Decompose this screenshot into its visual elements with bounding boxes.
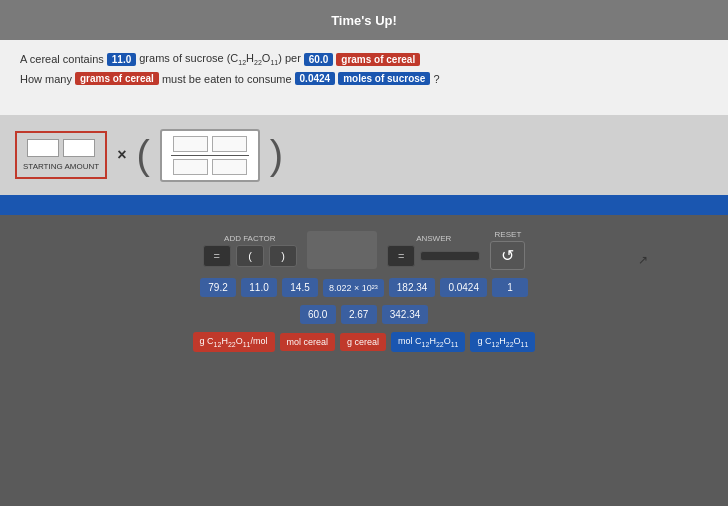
unit-btn-g-cereal[interactable]: g cereal bbox=[340, 333, 386, 351]
paren-open-button[interactable]: ( bbox=[236, 245, 264, 267]
number-row-2: 60.0 2.67 342.34 bbox=[300, 305, 429, 324]
number-row-1: 79.2 11.0 14.5 8.022 × 10²³ 182.34 0.042… bbox=[200, 278, 528, 297]
header-bar: Time's Up! bbox=[0, 0, 728, 40]
equals-button[interactable]: = bbox=[203, 245, 231, 267]
problem-line-1: A cereal contains 11.0 grams of sucrose … bbox=[20, 52, 708, 66]
answer-btn-row: = bbox=[387, 245, 480, 267]
problem-text-4: must be eaten to consume bbox=[162, 73, 292, 85]
answer-group: ANSWER = bbox=[387, 234, 480, 267]
num-btn-267[interactable]: 2.67 bbox=[341, 305, 377, 324]
multiply-symbol: × bbox=[117, 146, 126, 164]
frac-input-top-2[interactable] bbox=[212, 136, 247, 152]
reset-button[interactable]: ↺ bbox=[490, 241, 525, 270]
unit-btn-mol-cereal[interactable]: mol cereal bbox=[280, 333, 336, 351]
diagram-section: STARTING AMOUNT × ( ) ↗ bbox=[0, 115, 728, 195]
fraction-box bbox=[160, 129, 260, 182]
cursor: ↗ bbox=[638, 253, 648, 267]
unit-btn-g-sucrose[interactable]: g C12H22O11 bbox=[470, 332, 535, 352]
frac-input-bot-1[interactable] bbox=[173, 159, 208, 175]
fraction-bottom bbox=[168, 156, 252, 178]
num-btn-avogadro[interactable]: 8.022 × 10²³ bbox=[323, 279, 384, 297]
num-btn-60[interactable]: 60.0 bbox=[300, 305, 336, 324]
value-11: 11.0 bbox=[107, 53, 136, 66]
blue-divider-bar bbox=[0, 195, 728, 215]
problem-text-3: How many bbox=[20, 73, 72, 85]
unit-row: g C12H22O11/mol mol cereal g cereal mol … bbox=[193, 332, 536, 352]
unit-btn-g-sucrose-mol[interactable]: g C12H22O11/mol bbox=[193, 332, 275, 352]
unit-btn-mol-sucrose[interactable]: mol C12H22O11 bbox=[391, 332, 465, 352]
answer-equals[interactable]: = bbox=[387, 245, 415, 267]
num-btn-0424[interactable]: 0.0424 bbox=[440, 278, 487, 297]
header-title: Time's Up! bbox=[331, 13, 397, 28]
num-btn-1[interactable]: 1 bbox=[492, 278, 528, 297]
calculator-section: ADD FACTOR = ( ) ANSWER = RESET ↺ 79.2 1… bbox=[0, 215, 728, 367]
factor-display bbox=[307, 231, 377, 269]
frac-input-bot-2[interactable] bbox=[212, 159, 247, 175]
num-btn-79-2[interactable]: 79.2 bbox=[200, 278, 236, 297]
add-factor-label: ADD FACTOR bbox=[224, 234, 275, 243]
value-0424: 0.0424 bbox=[295, 72, 336, 85]
frac-input-top-1[interactable] bbox=[173, 136, 208, 152]
factor-btn-row: = ( ) bbox=[203, 245, 297, 267]
add-factor-group: ADD FACTOR = ( ) bbox=[203, 234, 297, 267]
starting-amount-box: STARTING AMOUNT bbox=[15, 131, 107, 179]
starting-amount-label: STARTING AMOUNT bbox=[23, 162, 99, 171]
reset-label: RESET bbox=[495, 230, 522, 239]
label-grams-cereal-1: grams of cereal bbox=[336, 53, 420, 66]
answer-display bbox=[420, 251, 480, 261]
reset-group: RESET ↺ bbox=[490, 230, 525, 270]
answer-label: ANSWER bbox=[416, 234, 451, 243]
num-btn-11[interactable]: 11.0 bbox=[241, 278, 277, 297]
problem-text-2: grams of sucrose (C12H22O11) per bbox=[139, 52, 301, 66]
paren-open: ( bbox=[137, 135, 150, 175]
question-mark: ? bbox=[433, 73, 439, 85]
paren-close-button[interactable]: ) bbox=[269, 245, 297, 267]
paren-close: ) bbox=[270, 135, 283, 175]
fraction-top bbox=[168, 133, 252, 155]
problem-line-2: How many grams of cereal must be eaten t… bbox=[20, 72, 708, 85]
calc-top-controls: ADD FACTOR = ( ) ANSWER = RESET ↺ bbox=[20, 230, 708, 270]
starting-input-1[interactable] bbox=[27, 139, 59, 157]
num-btn-342[interactable]: 342.34 bbox=[382, 305, 429, 324]
starting-input-2[interactable] bbox=[63, 139, 95, 157]
value-60: 60.0 bbox=[304, 53, 333, 66]
label-grams-cereal-2: grams of cereal bbox=[75, 72, 159, 85]
problem-section: A cereal contains 11.0 grams of sucrose … bbox=[0, 40, 728, 115]
problem-text-1: A cereal contains bbox=[20, 53, 104, 65]
starting-amount-inputs bbox=[27, 139, 95, 157]
num-btn-182[interactable]: 182.34 bbox=[389, 278, 436, 297]
label-moles-sucrose: moles of sucrose bbox=[338, 72, 430, 85]
num-btn-14-5[interactable]: 14.5 bbox=[282, 278, 318, 297]
